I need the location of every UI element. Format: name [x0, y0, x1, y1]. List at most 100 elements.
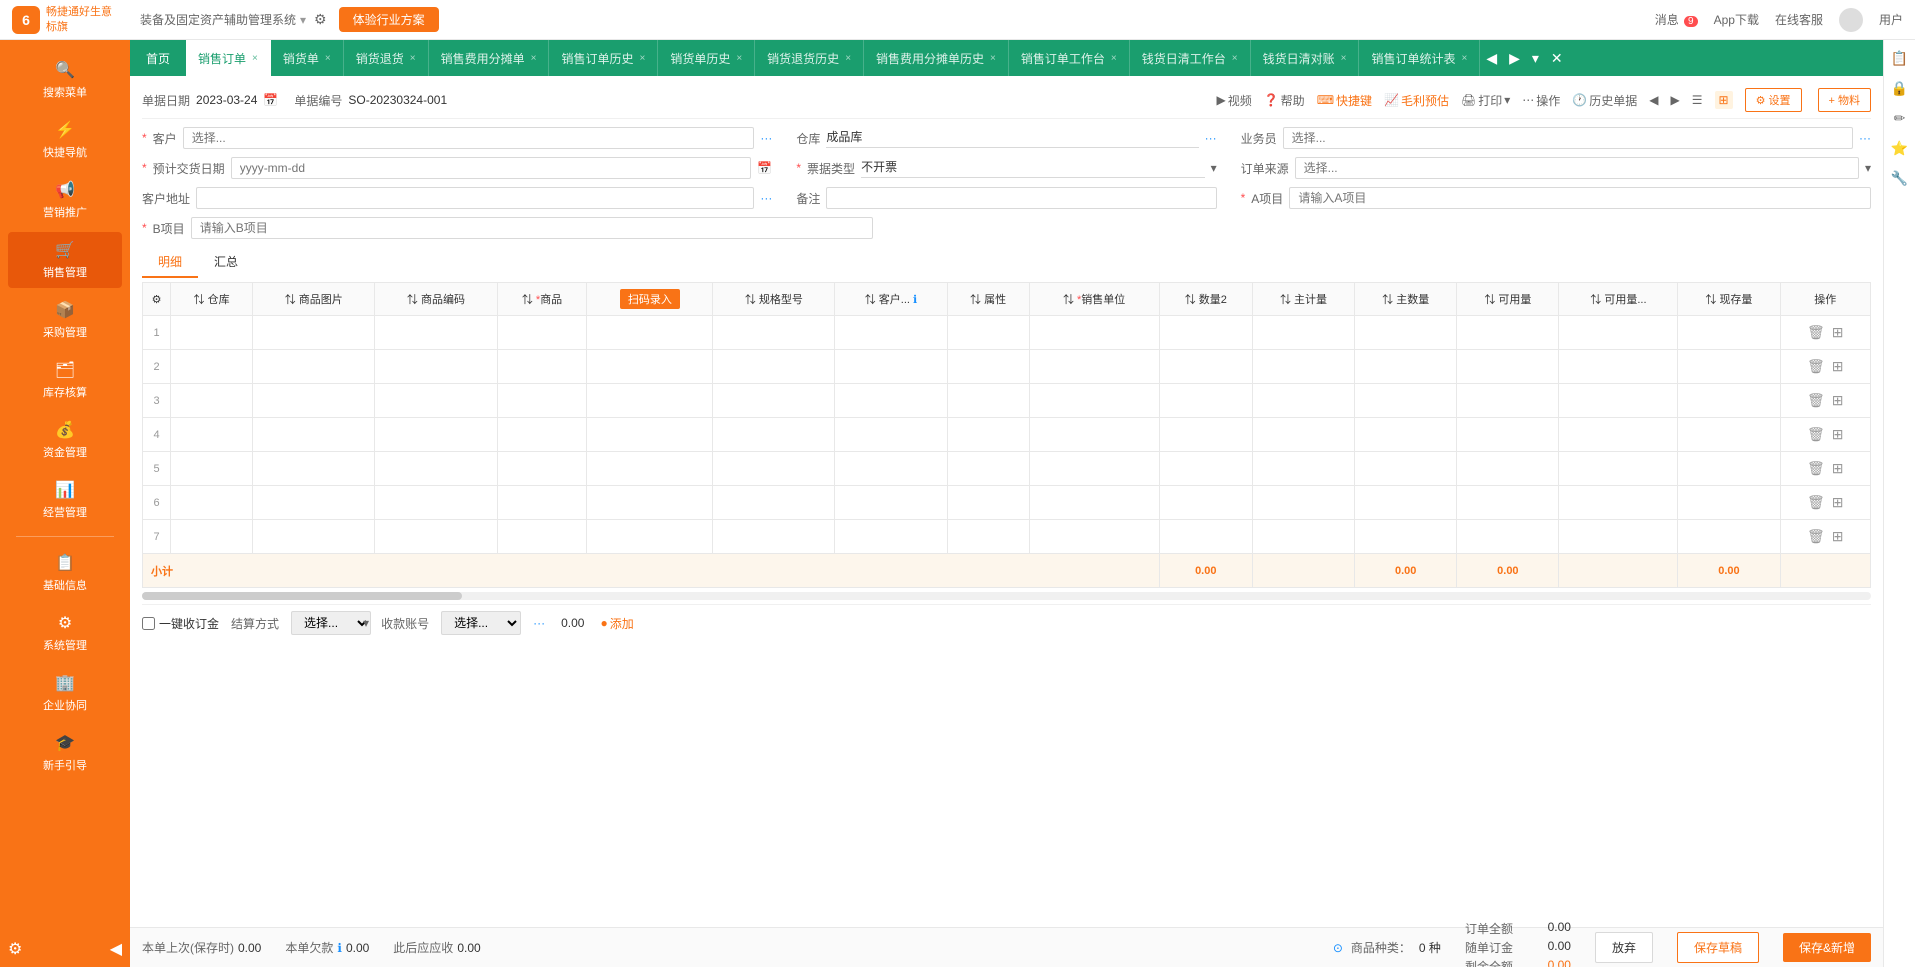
row-6-main-qty[interactable] [1355, 486, 1457, 520]
row-2-spec-model[interactable] [713, 350, 835, 384]
row-1-quantity2[interactable] [1159, 316, 1252, 350]
scan-input-btn[interactable]: 扫码录入 [620, 289, 680, 309]
save-new-btn[interactable]: 保存&新增 [1783, 933, 1871, 962]
row-2-sales-unit[interactable] [1029, 350, 1159, 384]
row-5-product-code[interactable] [375, 452, 497, 486]
row-7-warehouse[interactable] [171, 520, 253, 554]
tab-sales-order-stats[interactable]: 销售订单统计表 × [1359, 40, 1480, 76]
right-panel-btn-1[interactable]: 📋 [1886, 44, 1914, 72]
row-7-spec-model[interactable] [713, 520, 835, 554]
row-2-product-code[interactable] [375, 350, 497, 384]
row-4-customer-field[interactable] [835, 418, 947, 452]
row-3-spec-model[interactable] [713, 384, 835, 418]
grid-view-btn[interactable]: ⊞ [1715, 91, 1733, 109]
row-3-stock[interactable] [1678, 384, 1780, 418]
row-2-main-qty[interactable] [1355, 350, 1457, 384]
customer-input[interactable] [183, 127, 755, 149]
invoice-dropdown-icon[interactable]: ▾ [1211, 161, 1217, 175]
sidebar-item-enterprise[interactable]: 🏢 企业协同 [8, 665, 122, 721]
tab-summary[interactable]: 汇总 [198, 247, 254, 278]
row-3-delete-btn[interactable]: 🗑 [1807, 392, 1825, 408]
row-5-available[interactable] [1457, 452, 1559, 486]
tab-cash-daily-reconcile[interactable]: 钱货日清对账 × [1251, 40, 1360, 76]
col-main-qty[interactable]: ⇅ 主数量 [1355, 283, 1457, 316]
warehouse-more-btn[interactable]: ··· [1205, 131, 1217, 145]
sidebar-settings-btn[interactable]: ⚙ [8, 939, 22, 959]
tab-close-sales-refund-history[interactable]: × [845, 53, 851, 64]
note-input[interactable] [826, 187, 1216, 209]
app-download-btn[interactable]: App下载 [1714, 11, 1759, 28]
row-7-available2[interactable] [1559, 520, 1678, 554]
tab-detail[interactable]: 明细 [142, 247, 198, 278]
col-product-name[interactable]: ⇅ *商品 [497, 283, 587, 316]
row-4-warehouse[interactable] [171, 418, 253, 452]
row-3-product-code[interactable] [375, 384, 497, 418]
row-5-attribute[interactable] [947, 452, 1029, 486]
tab-close-cash-daily-workbench[interactable]: × [1232, 53, 1238, 64]
customer-field-info-icon[interactable]: ℹ [913, 294, 917, 306]
row-1-spec-model[interactable] [713, 316, 835, 350]
row-6-product-code[interactable] [375, 486, 497, 520]
row-1-copy-btn[interactable]: ⊞ [1832, 324, 1844, 340]
horizontal-scrollbar[interactable] [142, 592, 1871, 600]
tab-sales-refund-history[interactable]: 销货退货历史 × [755, 40, 864, 76]
row-4-available2[interactable] [1559, 418, 1678, 452]
row-5-main-qty[interactable] [1355, 452, 1457, 486]
row-4-main-qty[interactable] [1355, 418, 1457, 452]
tab-close-sales-order-history[interactable]: × [639, 53, 645, 64]
row-1-product-image[interactable] [253, 316, 375, 350]
tab-sales-return[interactable]: 销货单 × [271, 40, 344, 76]
row-3-sales-unit[interactable] [1029, 384, 1159, 418]
tab-close-sales-order[interactable]: × [252, 53, 258, 64]
a-project-input[interactable] [1289, 187, 1871, 209]
row-5-spec-model[interactable] [713, 452, 835, 486]
tab-sales-order-workbench[interactable]: 销售订单工作台 × [1009, 40, 1130, 76]
row-7-sales-unit[interactable] [1029, 520, 1159, 554]
sidebar-item-guide[interactable]: 🎓 新手引导 [8, 725, 122, 781]
col-product-image[interactable]: ⇅ 商品图片 [253, 283, 375, 316]
row-2-attribute[interactable] [947, 350, 1029, 384]
scrollbar-thumb[interactable] [142, 592, 462, 600]
tab-close-sales-refund[interactable]: × [410, 53, 416, 64]
order-source-input[interactable] [1295, 157, 1859, 179]
calendar-icon[interactable]: 📅 [263, 93, 278, 107]
discard-btn[interactable]: 放弃 [1595, 932, 1653, 963]
row-7-attribute[interactable] [947, 520, 1029, 554]
tab-prev-btn[interactable]: ◀ [1480, 50, 1503, 67]
row-7-stock[interactable] [1678, 520, 1780, 554]
row-2-copy-btn[interactable]: ⊞ [1832, 358, 1844, 374]
add-material-btn[interactable]: + 物料 [1818, 88, 1872, 112]
next-record-btn[interactable]: ▶ [1671, 93, 1680, 107]
table-scroll-area[interactable]: ⚙ ⇅ 仓库 ⇅ 商品图片 ⇅ 商品编码 [142, 282, 1871, 588]
row-1-available[interactable] [1457, 316, 1559, 350]
message-btn[interactable]: 消息 9 [1655, 11, 1698, 28]
row-6-available[interactable] [1457, 486, 1559, 520]
row-5-available2[interactable] [1559, 452, 1678, 486]
row-3-attribute[interactable] [947, 384, 1029, 418]
row-7-product-image[interactable] [253, 520, 375, 554]
row-7-delete-btn[interactable]: 🗑 [1807, 528, 1825, 544]
sidebar-item-operation[interactable]: 📊 经营管理 [8, 472, 122, 528]
row-2-available[interactable] [1457, 350, 1559, 384]
online-service-btn[interactable]: 在线客服 [1775, 11, 1823, 28]
row-3-warehouse[interactable] [171, 384, 253, 418]
row-3-quantity2[interactable] [1159, 384, 1252, 418]
row-1-main-unit[interactable] [1252, 316, 1354, 350]
row-4-main-unit[interactable] [1252, 418, 1354, 452]
col-stock[interactable]: ⇅ 现存量 [1678, 283, 1780, 316]
row-4-copy-btn[interactable]: ⊞ [1832, 426, 1844, 442]
row-2-available2[interactable] [1559, 350, 1678, 384]
row-2-quantity2[interactable] [1159, 350, 1252, 384]
row-3-customer-field[interactable] [835, 384, 947, 418]
current-debit-info-icon[interactable]: ℹ [337, 941, 342, 955]
row-1-product-name[interactable] [497, 316, 587, 350]
col-available[interactable]: ⇅ 可用量 [1457, 283, 1559, 316]
history-btn[interactable]: 🕐 历史单据 [1572, 92, 1637, 109]
col-main-unit[interactable]: ⇅ 主计量 [1252, 283, 1354, 316]
col-settings[interactable]: ⚙ [143, 283, 171, 316]
customer-addr-input[interactable] [196, 187, 754, 209]
row-4-stock[interactable] [1678, 418, 1780, 452]
tab-close-sales-return[interactable]: × [325, 53, 331, 64]
right-panel-btn-2[interactable]: 🔒 [1886, 74, 1914, 102]
row-7-main-unit[interactable] [1252, 520, 1354, 554]
